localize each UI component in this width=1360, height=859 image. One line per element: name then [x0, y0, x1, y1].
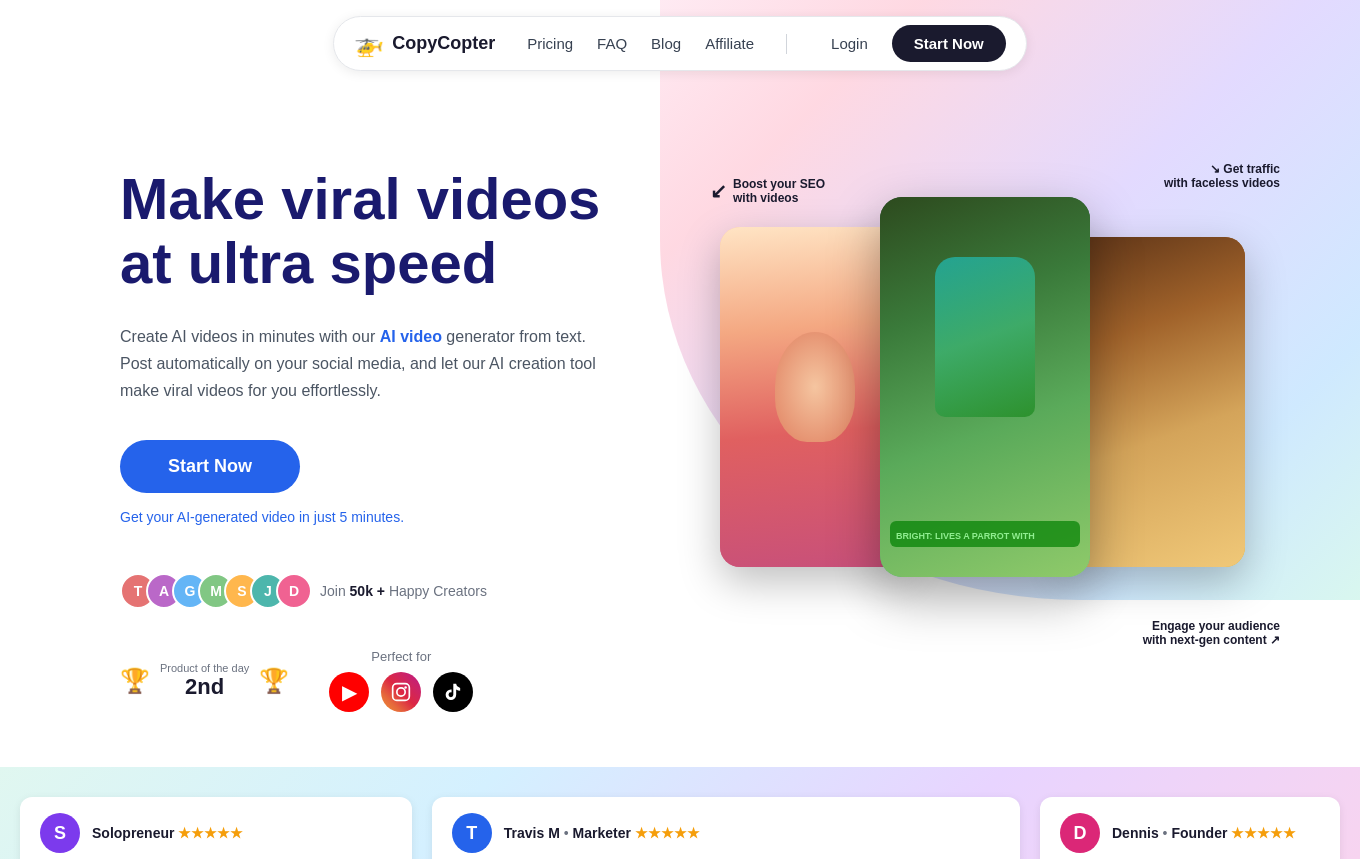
hero-title-line1: Make viral videos	[120, 166, 600, 231]
hero-title-line2: at ultra speed	[120, 230, 497, 295]
hero-subtext: Get your AI-generated video in just 5 mi…	[120, 509, 680, 525]
tcard-avatar-0: S	[40, 813, 80, 853]
social-proof-row: T A G M S J D Join 50k + Happy Creators …	[120, 573, 680, 712]
login-button[interactable]: Login	[819, 29, 880, 58]
nav-divider	[786, 34, 787, 54]
nav-pricing[interactable]: Pricing	[527, 35, 573, 52]
navbar: 🚁 CopyCopter Pricing FAQ Blog Affiliate …	[0, 0, 1360, 87]
tcard-avatar-2: D	[1060, 813, 1100, 853]
avatar-group: T A G M S J D	[120, 573, 302, 609]
hero-right: ↙ Boost your SEOwith videos BRIGHT: LIVE…	[680, 147, 1280, 727]
tcard-name-0: Solopreneur ★★★★★	[92, 825, 243, 841]
desc-link: AI video	[380, 328, 442, 345]
avatars-section: T A G M S J D Join 50k + Happy Creators	[120, 573, 487, 609]
testimonial-card-1: T Travis M • Marketer ★★★★★ They ship in…	[432, 797, 1020, 859]
hero-description: Create AI videos in minutes with our AI …	[120, 323, 600, 405]
svg-point-1	[397, 688, 405, 696]
badge-rank: 2nd	[160, 674, 249, 700]
tcard-stars-1: ★★★★★	[635, 825, 700, 841]
nav-logo[interactable]: 🚁 CopyCopter	[354, 30, 495, 58]
arrow-seo: ↙	[710, 179, 727, 203]
phone-label: BRIGHT: LIVES A PARROT WITH	[896, 531, 1035, 541]
tcard-name-1: Travis M • Marketer ★★★★★	[504, 825, 700, 841]
phone-card-center: BRIGHT: LIVES A PARROT WITH	[880, 197, 1090, 577]
laurel-right: 🏆	[259, 667, 289, 695]
nav-container: 🚁 CopyCopter Pricing FAQ Blog Affiliate …	[333, 16, 1027, 71]
tcard-stars-2: ★★★★★	[1231, 825, 1296, 841]
nav-actions: Login Start Now	[819, 25, 1006, 62]
logo-icon: 🚁	[354, 30, 384, 58]
logo-text: CopyCopter	[392, 33, 495, 54]
laurel-left: 🏆	[120, 667, 150, 695]
instagram-icon[interactable]	[381, 672, 421, 712]
tcard-stars-0: ★★★★★	[178, 825, 243, 841]
badge-label: Product of the day	[160, 662, 249, 674]
hero-title: Make viral videos at ultra speed	[120, 167, 680, 295]
testimonial-card-0: S Solopreneur ★★★★★ best content convers…	[20, 797, 412, 859]
nav-faq[interactable]: FAQ	[597, 35, 627, 52]
annotation-traffic: ↘ Get trafficwith faceless videos	[1164, 162, 1280, 190]
avatar-7: D	[276, 573, 312, 609]
testimonials-section: S Solopreneur ★★★★★ best content convers…	[0, 767, 1360, 859]
hero-section: Make viral videos at ultra speed Create …	[0, 87, 1360, 767]
tiktok-icon[interactable]	[433, 672, 473, 712]
testimonials-track: S Solopreneur ★★★★★ best content convers…	[0, 797, 1360, 859]
annotation-seo: ↙ Boost your SEOwith videos	[710, 177, 825, 205]
nav-links: Pricing FAQ Blog Affiliate	[527, 35, 754, 52]
youtube-icon[interactable]: ▶	[329, 672, 369, 712]
tcard-header-0: S Solopreneur ★★★★★	[40, 813, 392, 853]
hero-left: Make viral videos at ultra speed Create …	[120, 147, 680, 712]
nav-affiliate[interactable]: Affiliate	[705, 35, 754, 52]
tcard-header-1: T Travis M • Marketer ★★★★★	[452, 813, 1000, 853]
social-icons: ▶	[329, 672, 473, 712]
start-now-nav-button[interactable]: Start Now	[892, 25, 1006, 62]
annotation-engage: Engage your audiencewith next-gen conten…	[1143, 619, 1280, 647]
tcard-name-2: Dennis • Founder ★★★★★	[1112, 825, 1296, 841]
start-now-hero-button[interactable]: Start Now	[120, 440, 300, 493]
tcard-avatar-1: T	[452, 813, 492, 853]
desc-prefix: Create AI videos in minutes with our	[120, 328, 380, 345]
svg-point-2	[405, 686, 408, 689]
badge-text: Product of the day 2nd	[160, 662, 249, 700]
nav-blog[interactable]: Blog	[651, 35, 681, 52]
join-text: Join 50k + Happy Creators	[320, 583, 487, 599]
product-badge: 🏆 Product of the day 2nd 🏆	[120, 662, 289, 700]
svg-rect-0	[393, 684, 410, 701]
perfect-for: Perfect for ▶	[329, 649, 473, 712]
perfect-for-label: Perfect for	[371, 649, 431, 664]
testimonial-card-2: D Dennis • Founder ★★★★★ 🤩	[1040, 797, 1340, 859]
tcard-header-2: D Dennis • Founder ★★★★★	[1060, 813, 1320, 853]
